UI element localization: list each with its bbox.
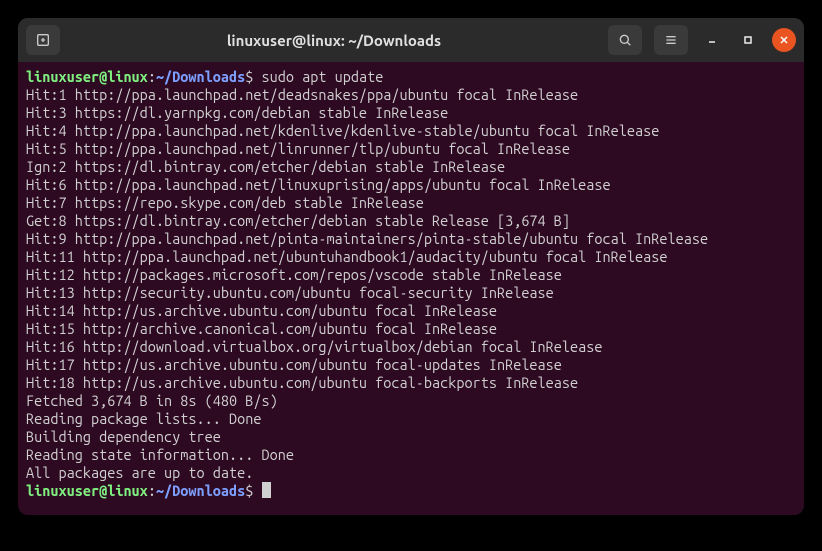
titlebar-left [26,25,60,55]
terminal-output-line: Hit:7 https://repo.skype.com/deb stable … [26,194,796,212]
terminal-window: linuxuser@linux: ~/Downloads [18,18,804,515]
minimize-button[interactable] [700,28,724,52]
terminal-output-line: Hit:9 http://ppa.launchpad.net/pinta-mai… [26,230,796,248]
minimize-icon [707,35,717,45]
titlebar: linuxuser@linux: ~/Downloads [18,18,804,62]
prompt-path: ~/Downloads [156,482,245,499]
prompt-symbol: $ [245,68,261,85]
terminal-output-line: Hit:3 https://dl.yarnpkg.com/debian stab… [26,104,796,122]
terminal-output-line: Ign:2 https://dl.bintray.com/etcher/debi… [26,158,796,176]
terminal-line: linuxuser@linux:~/Downloads$ [26,482,796,500]
terminal-line: linuxuser@linux:~/Downloads$ sudo apt up… [26,68,796,86]
terminal-output-line: Hit:18 http://us.archive.ubuntu.com/ubun… [26,374,796,392]
close-icon [779,35,789,45]
cursor [262,482,271,498]
new-tab-icon [35,32,51,48]
prompt-symbol: $ [245,482,261,499]
menu-button[interactable] [654,25,688,55]
prompt-separator: : [148,482,156,499]
window-title: linuxuser@linux: ~/Downloads [68,32,600,49]
terminal-output-line: Hit:12 http://packages.microsoft.com/rep… [26,266,796,284]
terminal-output-line: Hit:16 http://download.virtualbox.org/vi… [26,338,796,356]
prompt-user-host: linuxuser@linux [26,482,148,499]
terminal-output-line: All packages are up to date. [26,464,796,482]
terminal-output-line: Hit:11 http://ppa.launchpad.net/ubuntuha… [26,248,796,266]
terminal-body[interactable]: linuxuser@linux:~/Downloads$ sudo apt up… [18,62,804,515]
command-text: sudo apt update [262,68,384,85]
new-tab-button[interactable] [26,25,60,55]
terminal-output-line: Hit:1 http://ppa.launchpad.net/deadsnake… [26,86,796,104]
terminal-output-line: Hit:6 http://ppa.launchpad.net/linuxupri… [26,176,796,194]
prompt-path: ~/Downloads [156,68,245,85]
terminal-output-line: Building dependency tree [26,428,796,446]
maximize-icon [743,35,753,45]
terminal-output-line: Hit:14 http://us.archive.ubuntu.com/ubun… [26,302,796,320]
terminal-output-line: Reading state information... Done [26,446,796,464]
terminal-output-line: Hit:15 http://archive.canonical.com/ubun… [26,320,796,338]
titlebar-right [608,25,796,55]
hamburger-icon [663,32,679,48]
terminal-output-line: Reading package lists... Done [26,410,796,428]
search-button[interactable] [608,25,642,55]
terminal-output-line: Fetched 3,674 B in 8s (480 B/s) [26,392,796,410]
terminal-output-line: Hit:17 http://us.archive.ubuntu.com/ubun… [26,356,796,374]
close-button[interactable] [772,28,796,52]
terminal-output-line: Get:8 https://dl.bintray.com/etcher/debi… [26,212,796,230]
terminal-output-line: Hit:4 http://ppa.launchpad.net/kdenlive/… [26,122,796,140]
search-icon [617,32,633,48]
maximize-button[interactable] [736,28,760,52]
terminal-output-line: Hit:5 http://ppa.launchpad.net/linrunner… [26,140,796,158]
terminal-output-line: Hit:13 http://security.ubuntu.com/ubuntu… [26,284,796,302]
prompt-separator: : [148,68,156,85]
prompt-user-host: linuxuser@linux [26,68,148,85]
